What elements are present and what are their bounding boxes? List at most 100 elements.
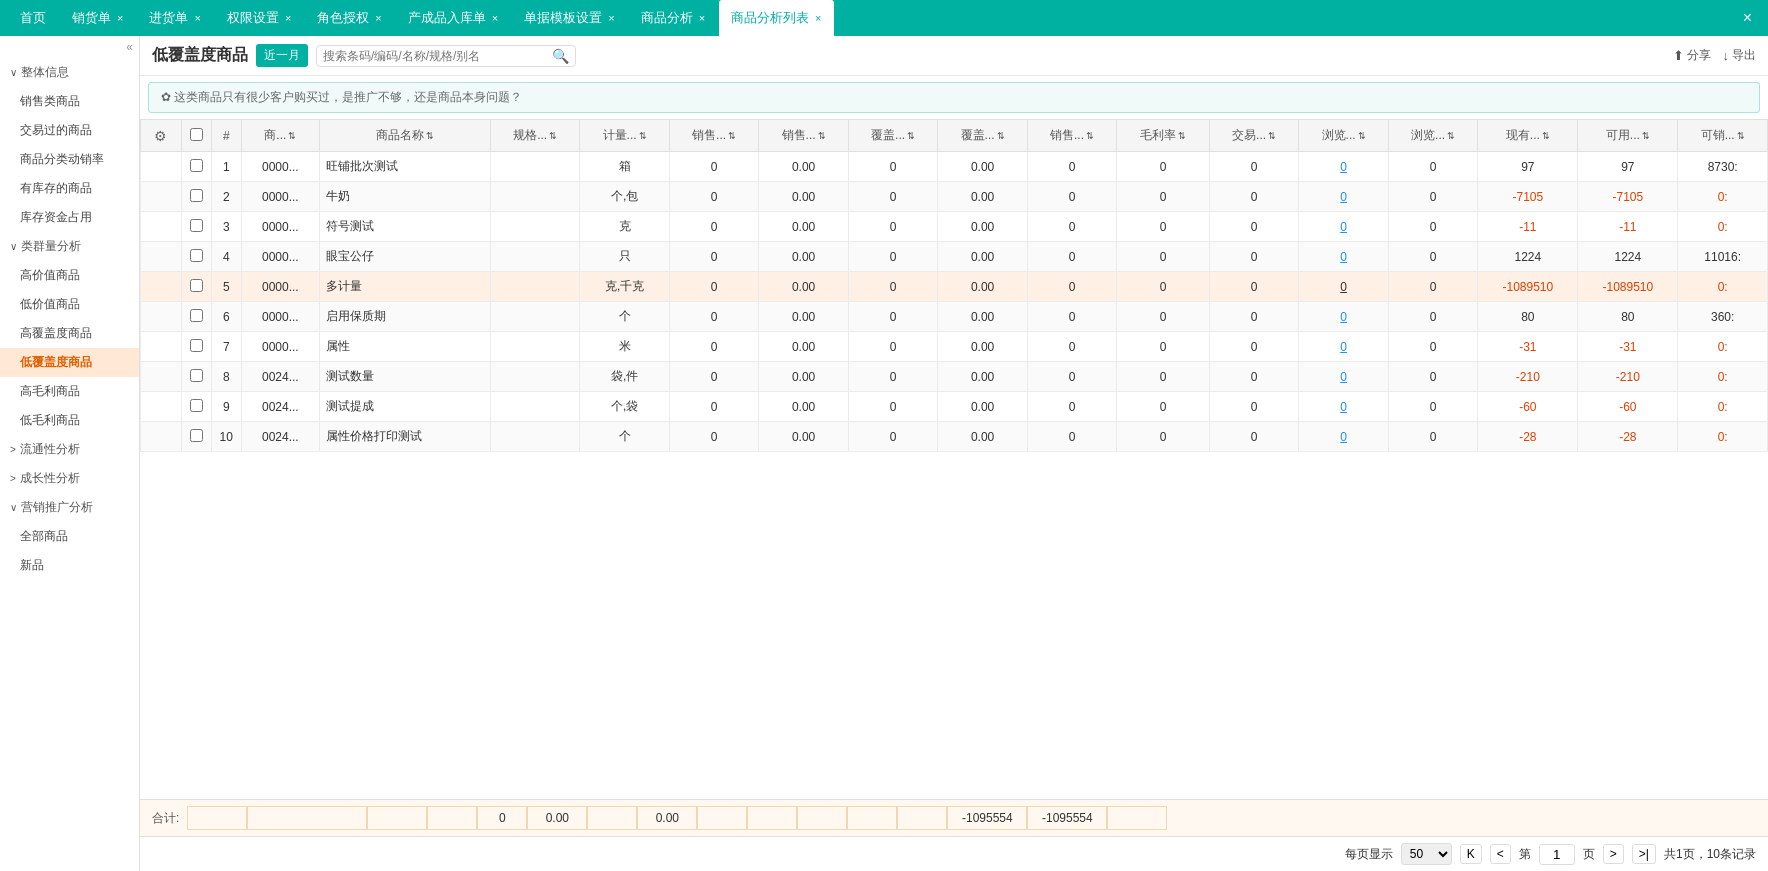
page-size-select[interactable]: 50 10 20 100 xyxy=(1401,843,1452,865)
row-checkbox-4[interactable] xyxy=(181,272,211,302)
column-code-header[interactable]: 商...⇅ xyxy=(241,120,319,152)
row-name-3[interactable]: 眼宝公仔 xyxy=(319,242,490,272)
row-browse-a-5[interactable]: 0 xyxy=(1299,302,1388,332)
sidebar-item-low-coverage[interactable]: 低覆盖度商品 xyxy=(0,348,139,377)
total-name xyxy=(247,806,367,830)
export-button[interactable]: ↓ 导出 xyxy=(1723,47,1757,64)
column-sales-amt-header[interactable]: 销售...⇅ xyxy=(759,120,848,152)
row-name-1[interactable]: 牛奶 xyxy=(319,182,490,212)
row-checkbox-2[interactable] xyxy=(181,212,211,242)
nav-tab-product-in-close[interactable]: × xyxy=(492,0,498,36)
row-name-2[interactable]: 符号测试 xyxy=(319,212,490,242)
sidebar-item-sales-goods[interactable]: 销售类商品 xyxy=(0,87,139,116)
row-checkbox-0[interactable] xyxy=(181,152,211,182)
column-available-header[interactable]: 可用...⇅ xyxy=(1578,120,1678,152)
column-browse-a-header[interactable]: 浏览...⇅ xyxy=(1299,120,1388,152)
row-checkbox-3[interactable] xyxy=(181,242,211,272)
row-browse-a-0[interactable]: 0 xyxy=(1299,152,1388,182)
column-current-header[interactable]: 现有...⇅ xyxy=(1478,120,1578,152)
nav-tab-permission[interactable]: 权限设置 × xyxy=(215,0,303,36)
search-icon[interactable]: 🔍 xyxy=(552,48,569,64)
last-page-button[interactable]: >| xyxy=(1632,844,1656,864)
row-checkbox-8[interactable] xyxy=(181,392,211,422)
column-settings-header[interactable]: ⚙ xyxy=(141,120,182,152)
prev-page-button[interactable]: < xyxy=(1490,844,1511,864)
column-checkbox-header[interactable] xyxy=(181,120,211,152)
column-sellable-header[interactable]: 可销...⇅ xyxy=(1678,120,1768,152)
row-name-0[interactable]: 旺铺批次测试 xyxy=(319,152,490,182)
row-browse-a-9[interactable]: 0 xyxy=(1299,422,1388,452)
first-page-button[interactable]: K xyxy=(1460,844,1482,864)
row-browse-a-4[interactable]: 0 xyxy=(1299,272,1388,302)
row-name-5[interactable]: 启用保质期 xyxy=(319,302,490,332)
column-cover-a-header[interactable]: 覆盖...⇅ xyxy=(848,120,937,152)
next-page-button[interactable]: > xyxy=(1603,844,1624,864)
sidebar-item-low-margin[interactable]: 低毛利商品 xyxy=(0,406,139,435)
column-sales-c-header[interactable]: 销售...⇅ xyxy=(1027,120,1116,152)
sidebar-item-new-goods[interactable]: 新品 xyxy=(0,551,139,580)
row-name-8[interactable]: 测试提成 xyxy=(319,392,490,422)
sidebar-section-marketing[interactable]: ∨ 营销推广分析 xyxy=(0,493,139,522)
page-number-input[interactable] xyxy=(1539,844,1575,865)
column-name-header[interactable]: 商品名称⇅ xyxy=(319,120,490,152)
column-gross-rate-header[interactable]: 毛利率⇅ xyxy=(1117,120,1210,152)
nav-tab-role[interactable]: 角色授权 × xyxy=(305,0,393,36)
sidebar-section-overview[interactable]: ∨ 整体信息 xyxy=(0,58,139,87)
nav-tab-sales[interactable]: 销货单 × xyxy=(60,0,135,36)
row-browse-a-1[interactable]: 0 xyxy=(1299,182,1388,212)
sidebar-item-inventory-funds[interactable]: 库存资金占用 xyxy=(0,203,139,232)
sidebar-item-high-coverage[interactable]: 高覆盖度商品 xyxy=(0,319,139,348)
row-name-9[interactable]: 属性价格打印测试 xyxy=(319,422,490,452)
sidebar-section-cluster[interactable]: ∨ 类群量分析 xyxy=(0,232,139,261)
nav-tab-permission-close[interactable]: × xyxy=(285,0,291,36)
select-all-checkbox[interactable] xyxy=(190,128,203,141)
nav-tab-purchase-close[interactable]: × xyxy=(194,0,200,36)
nav-tab-goods-list-close[interactable]: × xyxy=(815,0,821,36)
sidebar-section-growth[interactable]: > 成长性分析 xyxy=(0,464,139,493)
column-spec-header[interactable]: 规格...⇅ xyxy=(490,120,579,152)
nav-tab-home[interactable]: 首页 xyxy=(8,0,58,36)
row-checkbox-5[interactable] xyxy=(181,302,211,332)
row-checkbox-1[interactable] xyxy=(181,182,211,212)
sidebar-item-low-value[interactable]: 低价值商品 xyxy=(0,290,139,319)
nav-tab-sales-close[interactable]: × xyxy=(117,0,123,36)
sidebar-section-circulation[interactable]: > 流通性分析 xyxy=(0,435,139,464)
close-all-tabs-button[interactable]: × xyxy=(1735,9,1760,27)
column-sales-qty-header[interactable]: 销售...⇅ xyxy=(669,120,758,152)
sidebar-item-high-value[interactable]: 高价值商品 xyxy=(0,261,139,290)
sidebar-item-in-stock-goods[interactable]: 有库存的商品 xyxy=(0,174,139,203)
column-browse-b-header[interactable]: 浏览...⇅ xyxy=(1388,120,1477,152)
nav-tab-goods-analysis[interactable]: 商品分析 × xyxy=(629,0,717,36)
nav-tab-role-close[interactable]: × xyxy=(375,0,381,36)
share-button[interactable]: ⬆ 分享 xyxy=(1673,47,1711,64)
row-browse-a-8[interactable]: 0 xyxy=(1299,392,1388,422)
column-unit-header[interactable]: 计量...⇅ xyxy=(580,120,669,152)
sidebar-item-all-goods[interactable]: 全部商品 xyxy=(0,522,139,551)
row-checkbox-9[interactable] xyxy=(181,422,211,452)
sidebar-item-category-sales-rate[interactable]: 商品分类动销率 xyxy=(0,145,139,174)
search-input[interactable] xyxy=(323,49,548,63)
pagination-bar: 每页显示 50 10 20 100 K < 第 页 > >| 共1页，10条记录 xyxy=(140,836,1768,871)
nav-tab-goods-list[interactable]: 商品分析列表 × xyxy=(719,0,833,36)
column-trans-header[interactable]: 交易...⇅ xyxy=(1209,120,1298,152)
sidebar-item-traded-goods[interactable]: 交易过的商品 xyxy=(0,116,139,145)
nav-tab-product-in[interactable]: 产成品入库单 × xyxy=(396,0,510,36)
row-name-7[interactable]: 测试数量 xyxy=(319,362,490,392)
row-browse-a-7[interactable]: 0 xyxy=(1299,362,1388,392)
sidebar-section-cluster-label: 类群量分析 xyxy=(21,238,81,255)
row-name-6[interactable]: 属性 xyxy=(319,332,490,362)
column-cover-b-header[interactable]: 覆盖...⇅ xyxy=(938,120,1027,152)
time-filter-button[interactable]: 近一月 xyxy=(256,44,308,67)
nav-tab-purchase[interactable]: 进货单 × xyxy=(137,0,212,36)
sidebar-item-high-margin[interactable]: 高毛利商品 xyxy=(0,377,139,406)
sidebar-collapse-button[interactable]: « xyxy=(0,36,139,58)
row-browse-a-2[interactable]: 0 xyxy=(1299,212,1388,242)
row-name-4[interactable]: 多计量 xyxy=(319,272,490,302)
row-checkbox-7[interactable] xyxy=(181,362,211,392)
row-browse-a-3[interactable]: 0 xyxy=(1299,242,1388,272)
nav-tab-goods-analysis-close[interactable]: × xyxy=(699,0,705,36)
nav-tab-template-close[interactable]: × xyxy=(608,0,614,36)
row-browse-a-6[interactable]: 0 xyxy=(1299,332,1388,362)
row-checkbox-6[interactable] xyxy=(181,332,211,362)
nav-tab-template[interactable]: 单据模板设置 × xyxy=(512,0,626,36)
